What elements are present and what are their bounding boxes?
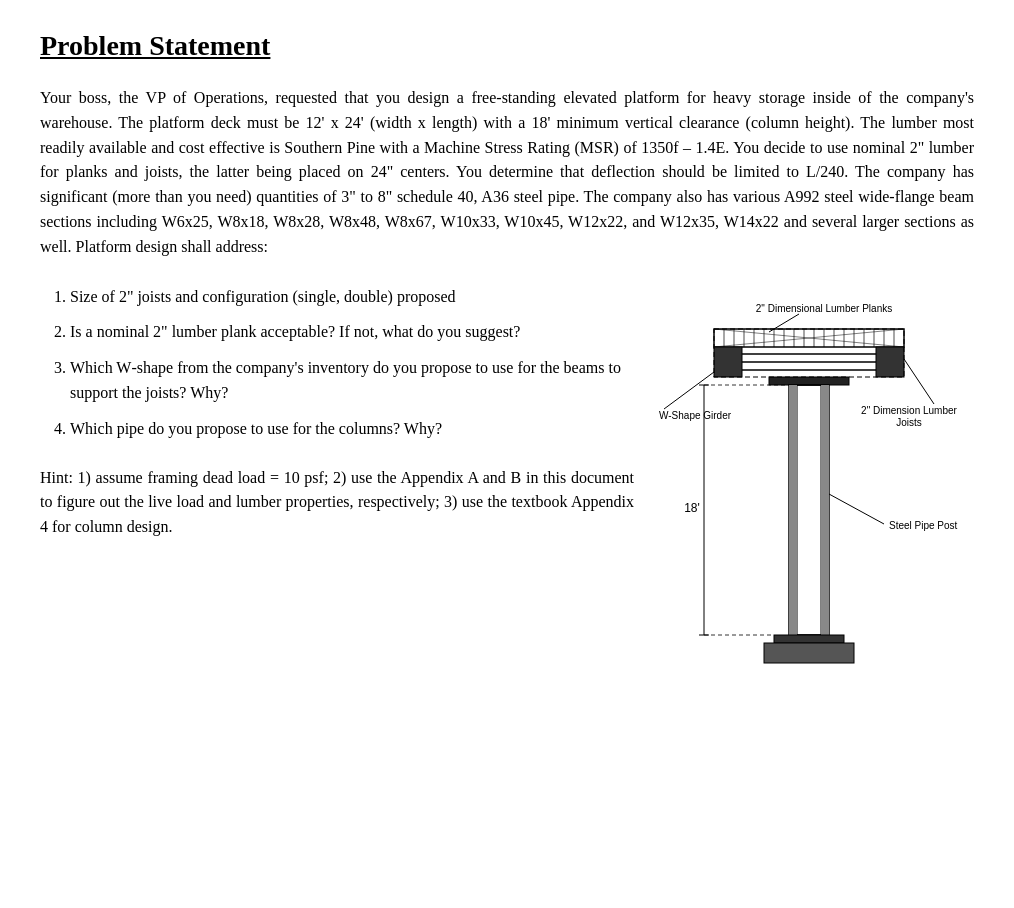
- joists-arrow-line: [904, 359, 934, 404]
- foundation: [764, 643, 854, 663]
- list-item: Which W‑shape from the company's invento…: [70, 355, 634, 406]
- structure-diagram: 2" Dimensional Lumber Planks: [654, 294, 974, 724]
- left-column: Size of 2" joists and configuration (sin…: [40, 284, 634, 540]
- girder-label: W-Shape Girder: [659, 410, 732, 421]
- diagram-container: 2" Dimensional Lumber Planks: [654, 294, 974, 728]
- height-label: 18': [684, 501, 700, 515]
- pipe-wall-left: [789, 385, 797, 635]
- hint-text: Hint: 1) assume framing dead load = 10 p…: [40, 466, 634, 540]
- base-plate: [774, 635, 844, 643]
- intro-paragraph: Your boss, the VP of Operations, request…: [40, 86, 974, 260]
- pipe-wall-right: [821, 385, 829, 635]
- list-item: Which pipe do you propose to use for the…: [70, 416, 634, 442]
- right-girder-top: [876, 347, 904, 377]
- column-cap: [769, 377, 849, 385]
- pipe-inner: [797, 385, 821, 635]
- list-item: Size of 2" joists and configuration (sin…: [70, 284, 634, 310]
- left-girder-top: [714, 347, 742, 377]
- post-arrow-line: [829, 494, 884, 524]
- girder-arrow-line: [664, 372, 714, 409]
- page-title: Problem Statement: [40, 30, 974, 62]
- question-list: Size of 2" joists and configuration (sin…: [70, 284, 634, 442]
- joists-label-2: Joists: [896, 417, 922, 428]
- content-area: Size of 2" joists and configuration (sin…: [40, 284, 974, 728]
- post-label: Steel Pipe Post: [889, 520, 958, 531]
- joists-label: 2" Dimension Lumber: [861, 405, 957, 416]
- planks-label: 2" Dimensional Lumber Planks: [756, 303, 892, 314]
- list-item: Is a nominal 2" lumber plank acceptable?…: [70, 319, 634, 345]
